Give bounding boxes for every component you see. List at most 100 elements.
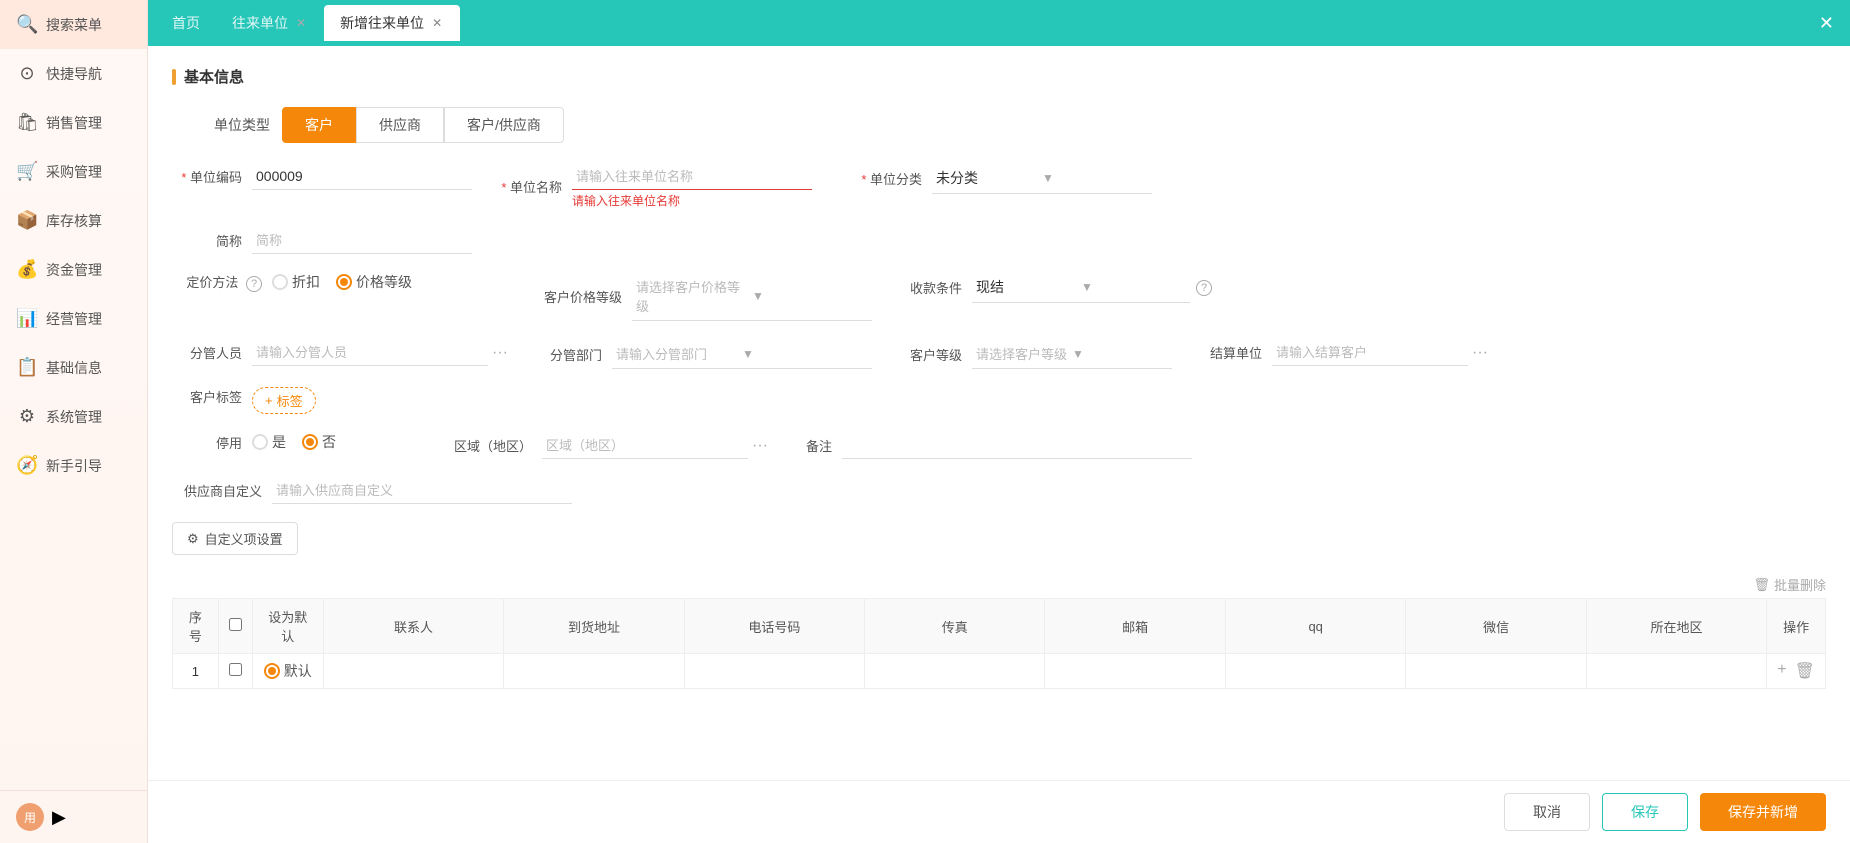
tab-new-partner[interactable]: 新增往来单位 ✕ [324,5,460,41]
cell-address[interactable] [504,654,684,689]
tab-new-partner-close[interactable]: ✕ [430,14,444,32]
phone-input[interactable] [695,664,854,679]
sidebar-item-system[interactable]: ⚙ 系统管理 [0,392,147,441]
sidebar-item-label: 搜索菜单 [46,15,102,35]
customer-price-label: 客户价格等级 [532,287,632,306]
sidebar-item-inventory[interactable]: 📦 库存核算 [0,196,147,245]
region-cell-input[interactable] [1597,664,1756,679]
wechat-input[interactable] [1416,664,1575,679]
unit-name-input[interactable] [572,163,812,190]
settlement-input[interactable] [1272,339,1468,366]
col-header-contact: 联系人 [323,599,503,654]
payment-arrow: ▼ [1081,280,1186,294]
form-row-abbr: 简称 [172,227,1826,254]
cancel-button[interactable]: 取消 [1504,793,1590,831]
unit-category-select[interactable]: 未分类 ▼ [932,163,1152,194]
table-toolbar: 🗑 批量删除 [172,575,1826,594]
type-btn-supplier[interactable]: 供应商 [356,107,444,143]
payment-help-icon[interactable]: ? [1196,280,1212,296]
tab-bar: 首页 往来单位 ✕ 新增往来单位 ✕ ✕ [148,0,1850,46]
field-group-manager: 分管人员 ··· [172,339,512,366]
abbr-input[interactable] [252,227,472,254]
form-row-supplier-custom: 供应商自定义 [172,477,1826,504]
pricing-radio-discount[interactable]: 折扣 [272,272,320,292]
cell-email[interactable] [1045,654,1225,689]
region-input[interactable] [542,432,748,459]
type-btn-customer[interactable]: 客户 [282,107,356,143]
disabled-radio-yes[interactable]: 是 [252,432,286,452]
sidebar-item-label: 新手引导 [46,456,102,476]
cell-wechat[interactable] [1406,654,1586,689]
col-header-checkbox [218,599,252,654]
tab-home[interactable]: 首页 [156,5,216,41]
tab-partner[interactable]: 往来单位 ✕ [216,5,324,41]
abbr-label: 简称 [172,231,252,250]
cell-phone[interactable] [684,654,864,689]
delete-row-button[interactable]: 🗑 [1795,661,1815,681]
col-header-default: 设为默认 [252,599,323,654]
select-all-checkbox[interactable] [229,618,242,631]
batch-delete-button[interactable]: 🗑 批量删除 [1753,575,1826,594]
col-header-region: 所在地区 [1586,599,1766,654]
sidebar-item-basic[interactable]: 📋 基础信息 [0,343,147,392]
form-row-pricing: 定价方法 ? 折扣 价格等级 客户价格等级 [172,272,1826,321]
dept-select[interactable]: 请输入分管部门 ▼ [612,339,872,369]
search-icon: 🔍 [16,14,38,35]
payment-select[interactable]: 现结 ▼ [972,272,1190,303]
dept-placeholder: 请输入分管部门 [616,344,742,363]
col-header-action: 操作 [1767,599,1826,654]
customer-level-select[interactable]: 请选择客户等级 ▼ [972,339,1172,369]
custom-settings-button[interactable]: ⚙ 自定义项设置 [172,522,298,555]
remark-input[interactable] [842,432,1192,459]
action-buttons: + 🗑 [1777,661,1815,681]
type-btn-both[interactable]: 客户/供应商 [444,107,564,143]
customer-level-arrow: ▼ [1072,347,1168,361]
col-header-qq: qq [1225,599,1406,654]
customer-price-select[interactable]: 请选择客户价格等级 ▼ [632,272,872,321]
sidebar-item-guide[interactable]: 🧭 新手引导 [0,441,147,490]
tab-new-partner-label: 新增往来单位 [340,13,424,33]
pricing-help-icon[interactable]: ? [246,276,262,292]
customer-price-arrow: ▼ [752,289,868,303]
unit-type-row: 单位类型 客户 供应商 客户/供应商 [172,107,1826,143]
unit-category-arrow: ▼ [1042,171,1148,185]
sidebar-item-purchase[interactable]: 🛒 采购管理 [0,147,147,196]
field-group-abbr: 简称 [172,227,472,254]
manager-more-icon[interactable]: ··· [488,344,512,362]
sidebar-item-sales[interactable]: 🛍 销售管理 [0,98,147,147]
cell-qq[interactable] [1225,654,1406,689]
row-default-radio[interactable]: 默认 [263,661,313,681]
manager-input[interactable] [252,339,488,366]
disabled-radio-no[interactable]: 否 [302,432,336,452]
cell-contact[interactable] [323,654,503,689]
qq-input[interactable] [1236,664,1396,679]
pricing-radio-level[interactable]: 价格等级 [336,272,412,292]
unit-code-label: 单位编码 [172,167,252,186]
save-button[interactable]: 保存 [1602,793,1688,831]
supplier-custom-input[interactable] [272,477,572,504]
fax-input[interactable] [875,664,1034,679]
settlement-more-icon[interactable]: ··· [1468,344,1492,362]
address-input[interactable] [514,664,673,679]
field-group-customer-price: 客户价格等级 请选择客户价格等级 ▼ [532,272,872,321]
region-more-icon[interactable]: ··· [748,437,772,455]
pricing-radio-level-circle [336,274,352,290]
sidebar-item-label: 快捷导航 [46,64,102,84]
save-new-button[interactable]: 保存并新增 [1700,793,1826,831]
sidebar-bottom: 用 ▶ [0,790,147,843]
add-row-button[interactable]: + [1777,661,1786,681]
expand-icon[interactable]: ▶ [52,807,66,828]
tab-bar-close-all[interactable]: ✕ [1811,13,1842,34]
cell-region[interactable] [1586,654,1766,689]
cell-fax[interactable] [865,654,1045,689]
sidebar-item-finance[interactable]: 💰 资金管理 [0,245,147,294]
sidebar-item-operations[interactable]: 📊 经营管理 [0,294,147,343]
tab-partner-close[interactable]: ✕ [294,14,308,32]
sidebar-item-quicknav[interactable]: ⊙ 快捷导航 [0,49,147,98]
email-input[interactable] [1055,664,1214,679]
tag-add-button[interactable]: + 标签 [252,387,316,414]
unit-code-input[interactable] [252,163,472,190]
row-checkbox[interactable] [229,663,242,676]
sidebar-item-search[interactable]: 🔍 搜索菜单 [0,0,147,49]
contact-input[interactable] [334,664,493,679]
